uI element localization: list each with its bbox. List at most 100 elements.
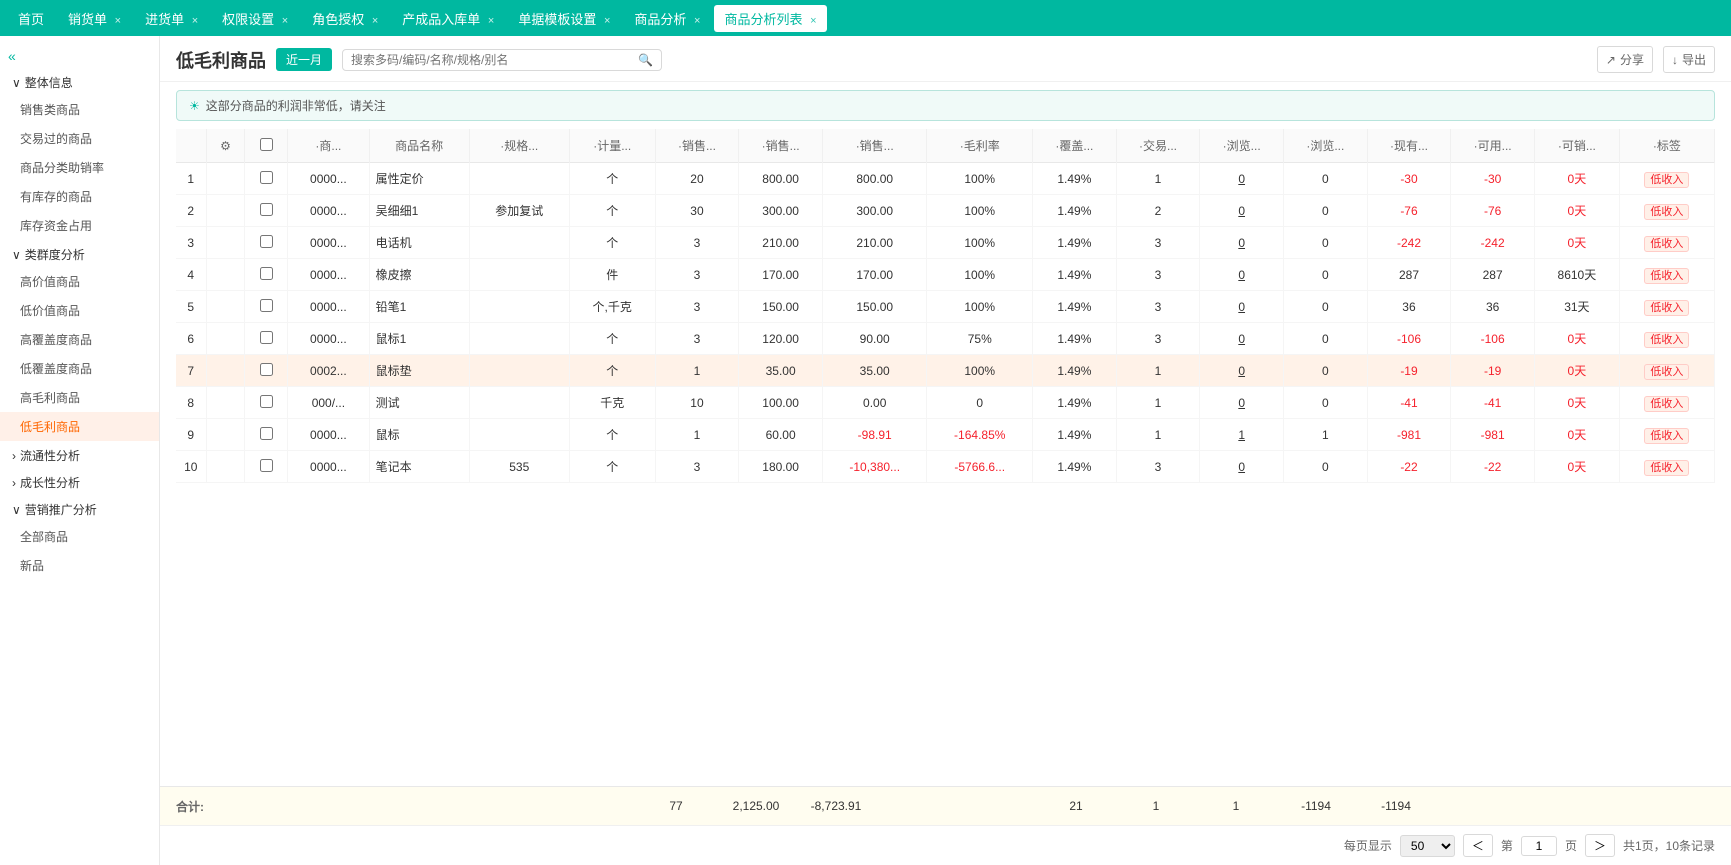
close-icon[interactable]: × <box>282 15 288 27</box>
period-button[interactable]: 近一月 <box>276 48 332 71</box>
nav-sales-order[interactable]: 销货单 × <box>58 5 131 32</box>
col-checkbox[interactable] <box>245 129 288 163</box>
cell-spec <box>469 163 569 195</box>
col-sales-profit: ·销售... <box>822 129 926 163</box>
close-icon[interactable]: × <box>604 15 610 27</box>
cell-checkbox[interactable] <box>245 419 288 451</box>
prev-page-btn[interactable]: ＜ <box>1463 834 1493 857</box>
close-icon[interactable]: × <box>115 15 121 27</box>
cell-checkbox[interactable] <box>245 387 288 419</box>
cell-browse1[interactable]: 0 <box>1200 227 1284 259</box>
cell-browse1[interactable]: 1 <box>1200 419 1284 451</box>
cell-checkbox[interactable] <box>245 259 288 291</box>
table-container[interactable]: ⚙ ·商... 商品名称 ·规格... ·计量... ·销售... ·销售...… <box>160 129 1731 786</box>
close-icon[interactable]: × <box>810 15 816 27</box>
sidebar-group-overall[interactable]: ∨ 整体信息 <box>0 68 159 95</box>
export-button[interactable]: ↓ 导出 <box>1663 46 1715 73</box>
cell-browse1[interactable]: 0 <box>1200 259 1284 291</box>
nav-product-analysis-list[interactable]: 商品分析列表 × <box>714 5 826 32</box>
search-box[interactable]: 🔍 <box>342 49 662 71</box>
share-button[interactable]: ↗ 分享 <box>1597 46 1653 73</box>
cell-browse1[interactable]: 0 <box>1200 387 1284 419</box>
cell-browse1[interactable]: 0 <box>1200 195 1284 227</box>
cell-browse1[interactable]: 0 <box>1200 323 1284 355</box>
sidebar-group-cluster[interactable]: ∨ 类群度分析 <box>0 240 159 267</box>
nav-home[interactable]: 首页 <box>8 5 54 32</box>
sidebar-item-high-margin[interactable]: 高毛利商品 <box>0 383 159 412</box>
row-checkbox[interactable] <box>260 427 273 440</box>
col-code: ·商... <box>288 129 370 163</box>
row-checkbox[interactable] <box>260 395 273 408</box>
cell-spec <box>469 323 569 355</box>
sidebar-item-low-value[interactable]: 低价值商品 <box>0 296 159 325</box>
sidebar-item-category-rate[interactable]: 商品分类助销率 <box>0 153 159 182</box>
cell-browse1[interactable]: 0 <box>1200 163 1284 195</box>
cell-sales-qty: 30 <box>655 195 739 227</box>
sidebar-item-inventory-capital[interactable]: 库存资金占用 <box>0 211 159 240</box>
cell-checkbox[interactable] <box>245 195 288 227</box>
cell-browse1[interactable]: 0 <box>1200 291 1284 323</box>
row-checkbox[interactable] <box>260 171 273 184</box>
cell-sales-profit: 150.00 <box>822 291 926 323</box>
sidebar-item-new-products[interactable]: 新品 <box>0 551 159 580</box>
sidebar-item-all-products[interactable]: 全部商品 <box>0 522 159 551</box>
close-icon[interactable]: × <box>192 15 198 27</box>
arrow-icon: ∨ <box>12 248 21 262</box>
nav-role-auth[interactable]: 角色授权 × <box>302 5 388 32</box>
search-input[interactable] <box>351 53 632 67</box>
cell-coverage: 1.49% <box>1033 355 1117 387</box>
cell-checkbox[interactable] <box>245 355 288 387</box>
sidebar-item-low-coverage[interactable]: 低覆盖度商品 <box>0 354 159 383</box>
cell-checkbox[interactable] <box>245 227 288 259</box>
select-all-checkbox[interactable] <box>260 138 273 151</box>
close-icon[interactable]: × <box>488 15 494 27</box>
col-browse2: ·浏览... <box>1284 129 1368 163</box>
row-checkbox[interactable] <box>260 331 273 344</box>
table-row: 2 0000... 吴细细1 参加复试 个 30 300.00 300.00 1… <box>176 195 1715 227</box>
next-page-btn[interactable]: ＞ <box>1585 834 1615 857</box>
cell-checkbox[interactable] <box>245 323 288 355</box>
nav-template-settings[interactable]: 单据模板设置 × <box>508 5 620 32</box>
cell-checkbox[interactable] <box>245 451 288 483</box>
cell-unit: 个 <box>569 195 655 227</box>
cell-spec <box>469 355 569 387</box>
cell-spec <box>469 291 569 323</box>
cell-sales-profit: 300.00 <box>822 195 926 227</box>
nav-product-analysis[interactable]: 商品分析 × <box>624 5 710 32</box>
col-settings[interactable]: ⚙ <box>206 129 245 163</box>
sidebar-item-inventory-goods[interactable]: 有库存的商品 <box>0 182 159 211</box>
cell-browse1[interactable]: 0 <box>1200 451 1284 483</box>
cell-transactions: 3 <box>1116 259 1200 291</box>
sidebar-group-circulation[interactable]: › 流通性分析 <box>0 441 159 468</box>
row-checkbox[interactable] <box>260 267 273 280</box>
row-checkbox[interactable] <box>260 459 273 472</box>
col-transactions: ·交易... <box>1116 129 1200 163</box>
sidebar-item-high-value[interactable]: 高价值商品 <box>0 267 159 296</box>
nav-purchase-order[interactable]: 进货单 × <box>135 5 208 32</box>
page-number-input[interactable] <box>1521 836 1557 856</box>
col-name: 商品名称 <box>369 129 469 163</box>
sidebar-item-low-margin[interactable]: 低毛利商品 <box>0 412 159 441</box>
sidebar-item-traded-goods[interactable]: 交易过的商品 <box>0 124 159 153</box>
nav-product-entry[interactable]: 产成品入库单 × <box>392 5 504 32</box>
close-icon[interactable]: × <box>694 15 700 27</box>
row-checkbox[interactable] <box>260 235 273 248</box>
sidebar-collapse-btn[interactable]: « <box>4 44 159 68</box>
close-icon[interactable]: × <box>372 15 378 27</box>
cell-settings <box>206 355 245 387</box>
sidebar-item-high-coverage[interactable]: 高覆盖度商品 <box>0 325 159 354</box>
sidebar-item-sales-goods[interactable]: 销售类商品 <box>0 95 159 124</box>
cell-sales-qty: 20 <box>655 163 739 195</box>
cell-browse1[interactable]: 0 <box>1200 355 1284 387</box>
per-page-select[interactable]: 50 100 200 <box>1400 835 1455 857</box>
sidebar-group-growth[interactable]: › 成长性分析 <box>0 468 159 495</box>
cell-row-no: 9 <box>176 419 206 451</box>
row-checkbox[interactable] <box>260 299 273 312</box>
cell-checkbox[interactable] <box>245 291 288 323</box>
sidebar-group-marketing[interactable]: ∨ 营销推广分析 <box>0 495 159 522</box>
col-sales-price: ·销售... <box>739 129 823 163</box>
row-checkbox[interactable] <box>260 203 273 216</box>
nav-permissions[interactable]: 权限设置 × <box>212 5 298 32</box>
cell-checkbox[interactable] <box>245 163 288 195</box>
row-checkbox[interactable] <box>260 363 273 376</box>
